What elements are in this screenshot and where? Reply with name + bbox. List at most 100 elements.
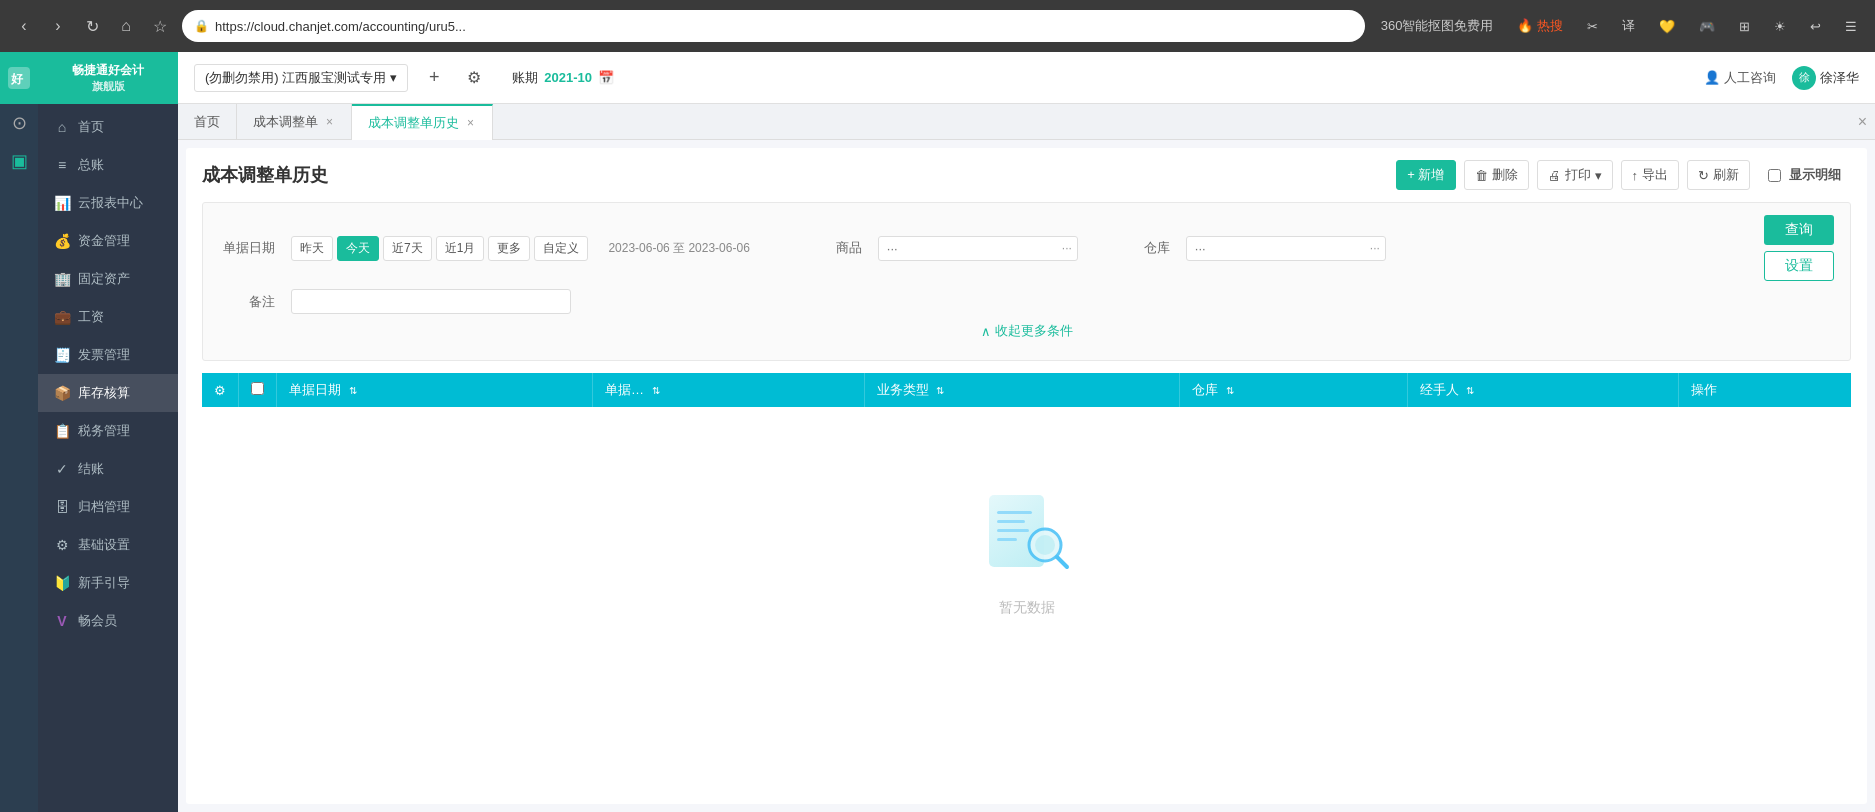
set-button[interactable]: 设置 xyxy=(1764,251,1834,281)
date-filter-label: 单据日期 xyxy=(219,239,275,257)
th-operator[interactable]: 经手人 ⇅ xyxy=(1407,373,1679,407)
scissors-tool[interactable]: ✂ xyxy=(1579,15,1606,38)
new-button[interactable]: + 新增 xyxy=(1396,160,1455,190)
collapse-button[interactable]: ∧ 收起更多条件 xyxy=(219,322,1834,340)
sidebar-item-inventory[interactable]: 📦 库存核算 xyxy=(38,374,178,412)
company-selector[interactable]: (勿删勿禁用) 江西服宝测试专用 ▾ xyxy=(194,64,408,92)
search-tool[interactable]: 360智能抠图免费用 xyxy=(1373,13,1502,39)
apps-tool[interactable]: ⊞ xyxy=(1731,15,1758,38)
goods-input[interactable] xyxy=(878,236,1078,261)
period-info: 账期 2021-10 📅 xyxy=(512,69,614,87)
empty-illustration xyxy=(977,487,1077,587)
collapse-up-icon: ∧ xyxy=(981,324,991,339)
date-btn-more[interactable]: 更多 xyxy=(488,236,530,261)
warehouse-select-wrap xyxy=(1186,236,1386,261)
filter-area: 单据日期 昨天 今天 近7天 近1月 更多 自定义 2023-06-06 至 2… xyxy=(202,202,1851,361)
sidebar-item-archive[interactable]: 🗄 归档管理 xyxy=(38,488,178,526)
service-btn[interactable]: 👤 人工咨询 xyxy=(1704,69,1776,87)
sidebar-logo: 畅捷通好会计 旗舰版 xyxy=(38,52,178,104)
add-company-btn[interactable]: + xyxy=(420,64,448,92)
brightness-tool[interactable]: ☀ xyxy=(1766,15,1794,38)
svg-rect-5 xyxy=(997,529,1029,532)
headset-icon: 👤 xyxy=(1704,70,1720,85)
th-warehouse[interactable]: 仓库 ⇅ xyxy=(1180,373,1407,407)
user-avatar[interactable]: 徐 徐泽华 xyxy=(1792,66,1859,90)
th-number[interactable]: 单据… ⇅ xyxy=(592,373,864,407)
tab-home[interactable]: 首页 xyxy=(178,104,237,140)
sidebar-item-home[interactable]: ⌂ 首页 xyxy=(38,108,178,146)
sidebar-item-payroll[interactable]: 💼 工资 xyxy=(38,298,178,336)
tab-cost-adj-history-label: 成本调整单历史 xyxy=(368,114,459,132)
sidebar-item-assets[interactable]: 🏢 固定资产 xyxy=(38,260,178,298)
date-btn-7days[interactable]: 近7天 xyxy=(383,236,432,261)
menu-tool[interactable]: ☰ xyxy=(1837,15,1865,38)
sidebar-item-funds[interactable]: 💰 资金管理 xyxy=(38,222,178,260)
company-settings-btn[interactable]: ⚙ xyxy=(460,64,488,92)
address-text: https://cloud.chanjet.com/accounting/uru… xyxy=(215,19,1353,34)
forward-button[interactable]: › xyxy=(44,12,72,40)
sidebar-item-base-settings[interactable]: ⚙ 基础设置 xyxy=(38,526,178,564)
export-button[interactable]: ↑ 导出 xyxy=(1621,160,1680,190)
rail-item-2[interactable]: ▣ xyxy=(0,142,38,180)
th-checkbox[interactable] xyxy=(239,373,277,407)
back-button[interactable]: ‹ xyxy=(10,12,38,40)
query-button[interactable]: 查询 xyxy=(1764,215,1834,245)
home-button[interactable]: ⌂ xyxy=(112,12,140,40)
refresh-button[interactable]: ↻ xyxy=(78,12,106,40)
ledger-icon: ≡ xyxy=(54,157,70,173)
sidebar-label-payroll: 工资 xyxy=(78,308,104,326)
sidebar-label-ledger: 总账 xyxy=(78,156,104,174)
game-tool[interactable]: 🎮 xyxy=(1691,15,1723,38)
sidebar-item-ledger[interactable]: ≡ 总账 xyxy=(38,146,178,184)
th-date[interactable]: 单据日期 ⇅ xyxy=(277,373,593,407)
svg-rect-3 xyxy=(997,511,1032,514)
browser-chrome: ‹ › ↻ ⌂ ☆ 🔒 https://cloud.chanjet.com/ac… xyxy=(0,0,1875,52)
sidebar-item-member[interactable]: V 畅会员 xyxy=(38,602,178,640)
delete-button[interactable]: 🗑 删除 xyxy=(1464,160,1529,190)
sidebar-item-guide[interactable]: 🔰 新手引导 xyxy=(38,564,178,602)
hot-search[interactable]: 🔥 热搜 xyxy=(1509,13,1571,39)
note-input[interactable] xyxy=(291,289,571,314)
tab-cost-adj-close[interactable]: × xyxy=(324,115,335,129)
page-content: 成本调整单历史 + 新增 🗑 删除 🖨 打印 ▾ ↑ 导出 xyxy=(186,148,1867,804)
tab-cost-adj-history[interactable]: 成本调整单历史 × xyxy=(352,104,493,140)
sidebar-item-invoice[interactable]: 🧾 发票管理 xyxy=(38,336,178,374)
member-icon: V xyxy=(54,613,70,629)
date-btn-today[interactable]: 今天 xyxy=(337,236,379,261)
th-settings[interactable]: ⚙ xyxy=(202,373,239,407)
select-all-checkbox[interactable] xyxy=(251,382,264,395)
date-btn-custom[interactable]: 自定义 xyxy=(534,236,588,261)
undo-tool[interactable]: ↩ xyxy=(1802,15,1829,38)
sidebar-item-reports[interactable]: 📊 云报表中心 xyxy=(38,184,178,222)
assets-icon: 🏢 xyxy=(54,271,70,287)
refresh-button[interactable]: ↻ 刷新 xyxy=(1687,160,1750,190)
date-sort-icon: ⇅ xyxy=(349,385,357,396)
sidebar-item-tax[interactable]: 📋 税务管理 xyxy=(38,412,178,450)
inventory-icon: 📦 xyxy=(54,385,70,401)
date-btn-yesterday[interactable]: 昨天 xyxy=(291,236,333,261)
tab-cost-adj[interactable]: 成本调整单 × xyxy=(237,104,352,140)
tab-bar-right: × xyxy=(1858,113,1875,131)
payroll-icon: 💼 xyxy=(54,309,70,325)
show-cols-toggle[interactable]: 显示明细 xyxy=(1758,161,1851,189)
rail-item-1[interactable]: ⊙ xyxy=(0,104,38,142)
service-label: 人工咨询 xyxy=(1724,69,1776,87)
filter-row-note: 备注 xyxy=(219,289,1834,314)
sidebar-item-settlement[interactable]: ✓ 结账 xyxy=(38,450,178,488)
address-bar[interactable]: 🔒 https://cloud.chanjet.com/accounting/u… xyxy=(182,10,1365,42)
th-biz-type[interactable]: 业务类型 ⇅ xyxy=(864,373,1180,407)
show-cols-checkbox[interactable] xyxy=(1768,169,1781,182)
period-calendar-icon[interactable]: 📅 xyxy=(598,70,614,85)
lock-icon: 🔒 xyxy=(194,19,209,33)
filter-action-btns: 查询 设置 xyxy=(1764,215,1834,281)
tab-cost-adj-history-close[interactable]: × xyxy=(465,116,476,130)
sidebar-label-invoice: 发票管理 xyxy=(78,346,130,364)
note-filter-label: 备注 xyxy=(219,293,275,311)
close-panel-button[interactable]: × xyxy=(1858,113,1867,131)
translate-tool[interactable]: 译 xyxy=(1614,13,1643,39)
wallet-tool[interactable]: 💛 xyxy=(1651,15,1683,38)
date-btn-1month[interactable]: 近1月 xyxy=(436,236,485,261)
star-button[interactable]: ☆ xyxy=(146,12,174,40)
print-button[interactable]: 🖨 打印 ▾ xyxy=(1537,160,1613,190)
warehouse-input[interactable] xyxy=(1186,236,1386,261)
